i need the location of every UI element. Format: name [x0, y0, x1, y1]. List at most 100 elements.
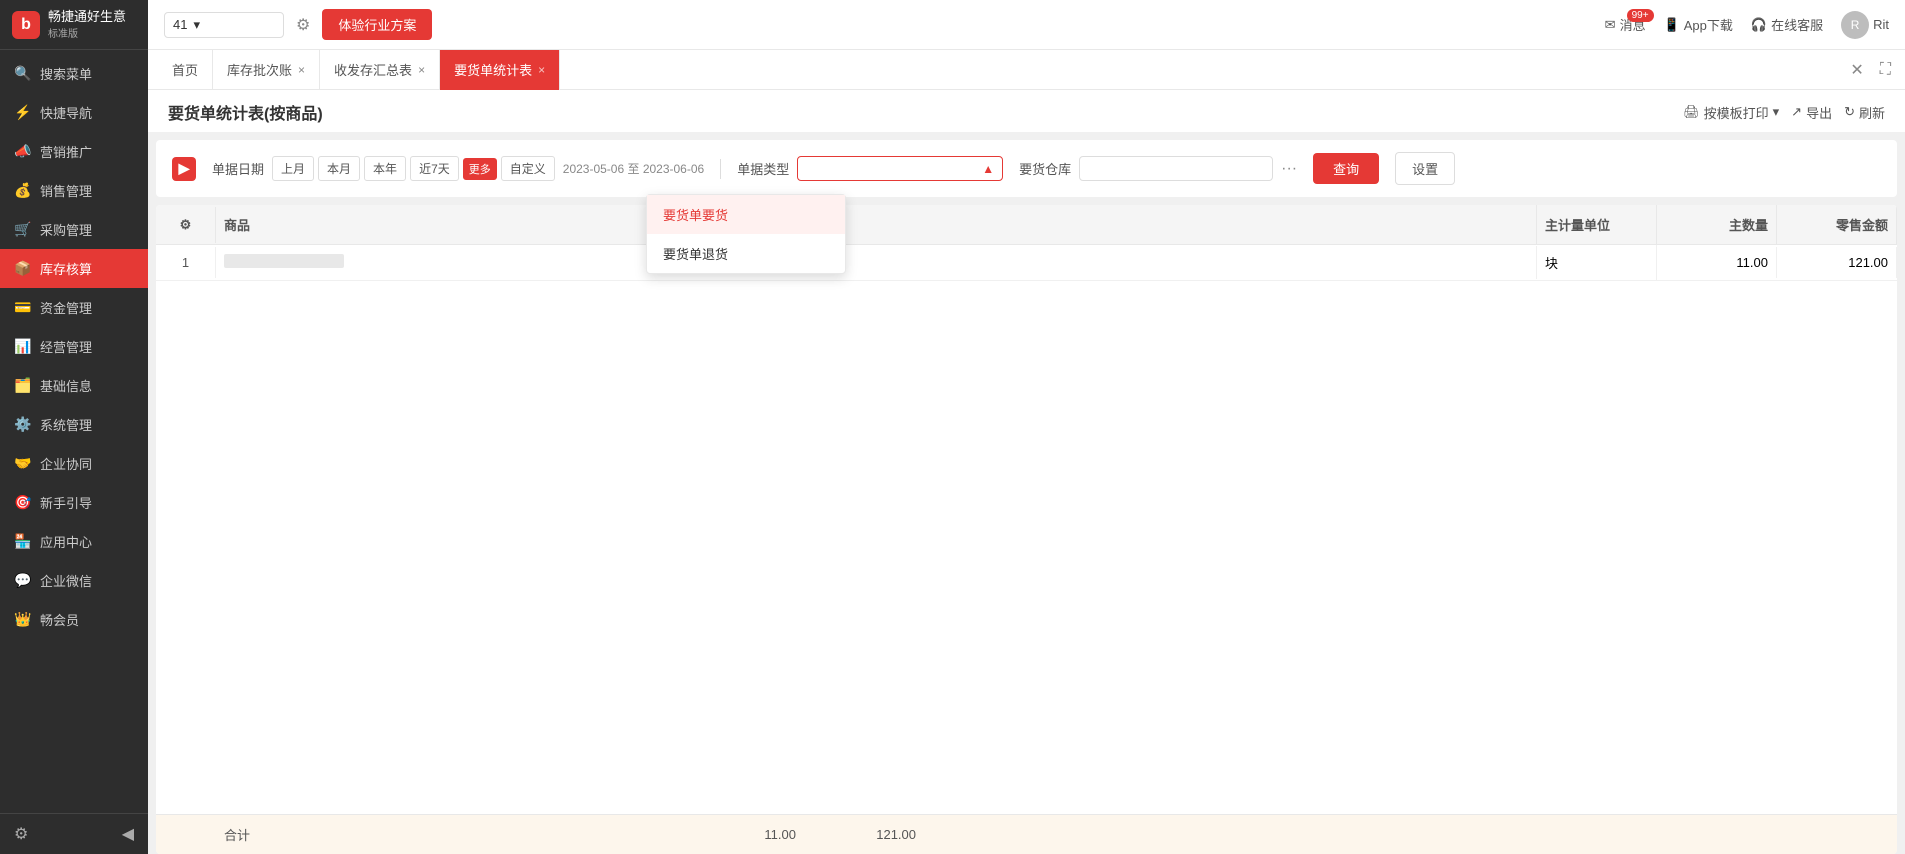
tab-home[interactable]: 首页	[158, 50, 213, 90]
sidebar-item-appstore[interactable]: 🏪应用中心	[0, 522, 148, 561]
th-qty: 主数量	[1657, 205, 1777, 244]
tab-inventory_batch[interactable]: 库存批次账×	[213, 50, 320, 90]
filter-expand-button[interactable]: ▶	[172, 157, 196, 181]
online-service-button[interactable]: 🎧 在线客服	[1751, 15, 1823, 34]
main: 41 ▾ ⚙ 体验行业方案 ✉ 消息 99+ 📱 App下载 🎧 在线客服 R …	[148, 0, 1905, 854]
dropdown-item-return[interactable]: 要货单退货	[647, 234, 845, 273]
date-range-display: 2023-05-06 至 2023-06-06	[563, 160, 704, 177]
nav-label-sales: 销售管理	[40, 181, 92, 200]
sidebar-item-inventory[interactable]: 📦 库存核算	[0, 249, 148, 288]
sidebar-item-wechat[interactable]: 💬企业微信	[0, 561, 148, 600]
settings-button[interactable]: 设置	[1395, 152, 1455, 185]
tabbar: 首页库存批次账×收发存汇总表×要货单统计表× ✕ ⛶	[148, 50, 1905, 90]
tab-close-requisition_stat[interactable]: ×	[538, 63, 545, 77]
company-select[interactable]: 41 ▾	[164, 12, 284, 38]
sidebar-item-system[interactable]: ⚙️系统管理	[0, 405, 148, 444]
footer-amount: 121.00	[804, 827, 924, 842]
app-download-button[interactable]: 📱 App下载	[1664, 15, 1733, 34]
tab-close-collect_summary[interactable]: ×	[418, 63, 425, 77]
nav-label-inventory: 库存核算	[40, 259, 92, 278]
dropdown-item-requisition[interactable]: 要货单要货	[647, 195, 845, 234]
sidebar-item-search[interactable]: 🔍 搜索菜单	[0, 54, 148, 93]
user-menu[interactable]: R Rit	[1841, 11, 1889, 39]
export-button[interactable]: ↗ 导出	[1791, 103, 1832, 122]
chevron-up-icon: ▲	[982, 162, 994, 176]
tab-requisition_stat[interactable]: 要货单统计表×	[440, 50, 560, 90]
print-button[interactable]: 🖨 按模板打印 ▾	[1683, 103, 1779, 122]
nav-icon-search: 🔍	[14, 65, 32, 83]
nav-icon-finance: 💳	[14, 299, 32, 317]
message-icon: ✉	[1605, 17, 1616, 33]
td-amount-1: 121.00	[1777, 247, 1897, 278]
sidebar-item-purchase[interactable]: 🛒采购管理	[0, 210, 148, 249]
messages-badge: 99+	[1627, 9, 1654, 22]
nav-icon-base: 🗂️	[14, 377, 32, 395]
query-button[interactable]: 查询	[1313, 153, 1379, 184]
filter-divider	[720, 159, 721, 179]
sidebar-item-shortcut[interactable]: ⚡快捷导航	[0, 93, 148, 132]
sidebar-item-marketing[interactable]: 📣营销推广	[0, 132, 148, 171]
sidebar: b 畅捷通好生意 标准版 🔍搜索菜单⚡快捷导航📣营销推广💰销售管理🛒采购管理📦库…	[0, 0, 148, 854]
date-filter-group: 单据日期 上月 本月 本年 近7天 更多 自定义 2023-05-06 至 20…	[212, 156, 704, 181]
warehouse-select[interactable]	[1079, 156, 1273, 181]
headset-icon: 🎧	[1751, 17, 1767, 33]
this-year-btn[interactable]: 本年	[364, 156, 406, 181]
expand-tab-button[interactable]: ⛶	[1876, 57, 1895, 83]
settings-icon[interactable]: ⚙	[14, 824, 28, 844]
custom-date-btn[interactable]: 自定义	[501, 156, 555, 181]
this-month-btn[interactable]: 本月	[318, 156, 360, 181]
page-title: 要货单统计表(按商品)	[168, 100, 323, 124]
refresh-button[interactable]: ↻ 刷新	[1844, 103, 1885, 122]
nav-icon-inventory: 📦	[14, 260, 32, 278]
topbar: 41 ▾ ⚙ 体验行业方案 ✉ 消息 99+ 📱 App下载 🎧 在线客服 R …	[148, 0, 1905, 50]
table-footer: 合计 11.00 121.00	[156, 814, 1897, 854]
nav-icon-sales: 💰	[14, 182, 32, 200]
sidebar-item-sales[interactable]: 💰 销售管理	[0, 171, 148, 210]
sidebar-item-member[interactable]: 👑 畅会员	[0, 600, 148, 639]
logo-text: 畅捷通好生意 标准版	[48, 9, 126, 41]
tab-close-inventory_batch[interactable]: ×	[298, 63, 305, 77]
sidebar-item-finance[interactable]: 💳 资金管理	[0, 288, 148, 327]
refresh-icon: ↻	[1844, 104, 1855, 120]
nav-label-finance: 资金管理	[40, 298, 92, 317]
sidebar-item-enterprise[interactable]: 🤝企业协同	[0, 444, 148, 483]
more-dates-btn[interactable]: 更多	[463, 158, 497, 180]
sidebar-item-operation[interactable]: 📊经营管理	[0, 327, 148, 366]
last-7-days-btn[interactable]: 近7天	[410, 156, 459, 181]
nav-label-guide: 新手引导	[40, 493, 92, 512]
tab-collect_summary[interactable]: 收发存汇总表×	[320, 50, 440, 90]
th-settings-icon[interactable]: ⚙	[180, 217, 192, 232]
sidebar-item-guide[interactable]: 🎯新手引导	[0, 483, 148, 522]
table-body: 1 块 11.00 121.00	[156, 245, 1897, 814]
doc-type-input[interactable]	[806, 161, 982, 176]
last-month-btn[interactable]: 上月	[272, 156, 314, 181]
more-filters-icon[interactable]: ···	[1281, 160, 1297, 178]
page-actions: 🖨 按模板打印 ▾ ↗ 导出 ↻ 刷新	[1683, 103, 1885, 122]
sidebar-nav: 🔍 搜索菜单 ⚡快捷导航📣营销推广 💰 销售管理 🛒采购管理 📦 库存核算 💳 资金管理 📊经营管理…	[0, 50, 148, 813]
nav-label-member: 畅会员	[40, 610, 79, 629]
filter-bar: ▶ 单据日期 上月 本月 本年 近7天 更多 自定义 2023-05-06 至 …	[156, 140, 1897, 197]
gear-icon[interactable]: ⚙	[296, 15, 310, 35]
warehouse-label: 要货仓库	[1019, 159, 1071, 178]
nav-label-operation: 经营管理	[40, 337, 92, 356]
nav-label-shortcut: 快捷导航	[40, 103, 92, 122]
footer-label: 合计	[224, 825, 444, 844]
tabbar-actions: ✕ ⛶	[1846, 56, 1895, 84]
th-amount: 零售金额	[1777, 205, 1897, 244]
warehouse-input[interactable]	[1088, 161, 1264, 176]
trial-button[interactable]: 体验行业方案	[322, 9, 432, 40]
td-qty-1: 11.00	[1657, 247, 1777, 278]
nav-label-base: 基础信息	[40, 376, 92, 395]
sidebar-item-base[interactable]: 🗂️ 基础信息	[0, 366, 148, 405]
phone-icon: 📱	[1664, 17, 1680, 33]
doc-type-select[interactable]: ▲	[797, 156, 1003, 181]
chevron-down-icon: ▾	[1773, 104, 1780, 120]
messages-button[interactable]: ✉ 消息 99+	[1605, 15, 1646, 34]
page-content: 要货单统计表(按商品) 🖨 按模板打印 ▾ ↗ 导出 ↻ 刷新 ▶	[148, 90, 1905, 854]
nav-label-search: 搜索菜单	[40, 64, 92, 83]
table-area: ⚙ 商品 主计量单位 主数量 零售金额 1 块 11.00 121.00	[156, 205, 1897, 854]
nav-label-purchase: 采购管理	[40, 220, 92, 239]
nav-icon-member: 👑	[14, 611, 32, 629]
collapse-icon[interactable]: ◀	[122, 824, 134, 844]
close-tab-button[interactable]: ✕	[1846, 56, 1867, 84]
